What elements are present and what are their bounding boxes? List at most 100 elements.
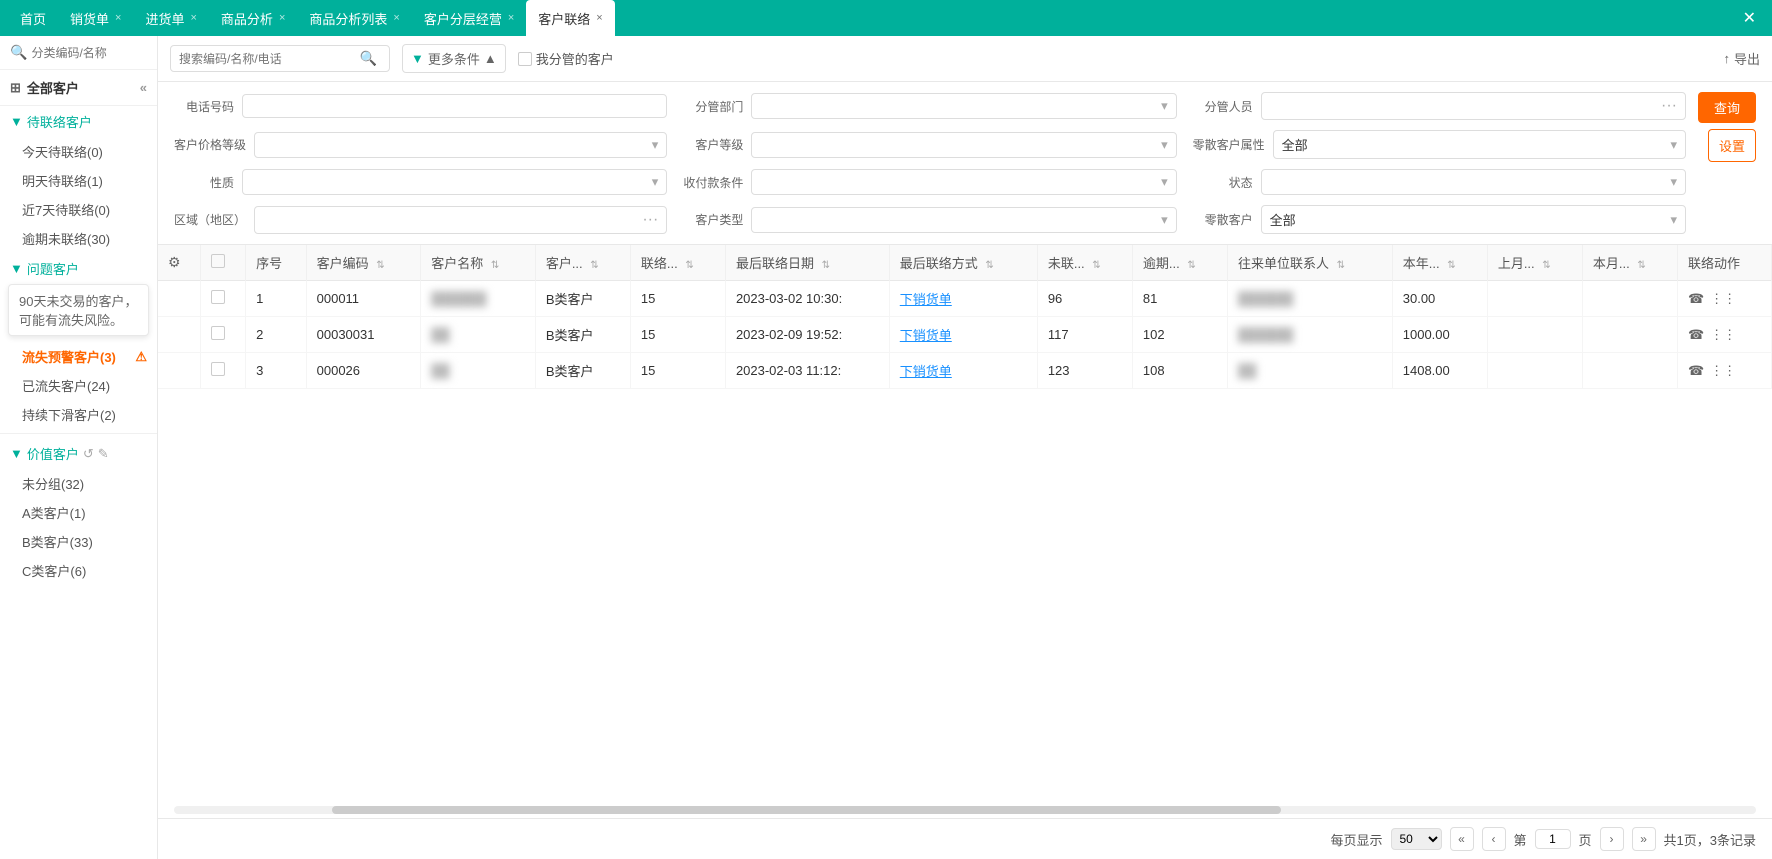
status-select[interactable]: ▾ — [1261, 169, 1686, 195]
phone-input[interactable] — [242, 94, 667, 118]
customer-level-select[interactable]: ▾ — [751, 132, 1176, 158]
contact-icon[interactable]: ☎ — [1688, 291, 1704, 307]
sidebar-item-c-class[interactable]: C类客户(6) — [0, 556, 157, 585]
prev-page-button[interactable]: ‹ — [1482, 827, 1506, 851]
contact-column-header[interactable]: 联络... ⇅ — [630, 245, 725, 281]
row-checkbox-input[interactable] — [211, 290, 225, 304]
row-checkbox-input[interactable] — [211, 362, 225, 376]
contact-icon[interactable]: ☎ — [1688, 363, 1704, 379]
gender-select[interactable]: ▾ — [242, 169, 667, 195]
filter-search-button[interactable]: 🔍 — [356, 50, 381, 67]
scrollbar-thumb[interactable] — [332, 806, 1281, 814]
sidebar-item-today[interactable]: 今天待联络(0) — [0, 137, 157, 166]
region-select[interactable]: ··· — [254, 206, 667, 234]
this-month-header[interactable]: 本月... ⇅ — [1582, 245, 1677, 281]
row-action[interactable]: ☎ ⋮⋮ — [1677, 281, 1771, 317]
tab-home[interactable]: 首页 — [8, 0, 58, 36]
sidebar-section-value[interactable]: ▼ 价值客户 ↺ ✎ — [0, 438, 157, 469]
tab-sales-order[interactable]: 销货单 × — [58, 0, 133, 36]
sidebar-item-tomorrow[interactable]: 明天待联络(1) — [0, 166, 157, 195]
next-page-button[interactable]: › — [1600, 827, 1624, 851]
more-action-icon[interactable]: ⋮⋮ — [1710, 363, 1736, 379]
row-last-method[interactable]: 下销货单 — [889, 317, 1037, 353]
sidebar-item-b-class[interactable]: B类客户(33) — [0, 527, 157, 556]
sidebar-section-problem[interactable]: ▼ 问题客户 — [0, 253, 157, 284]
sidebar-item-churned[interactable]: 已流失客户(24) — [0, 371, 157, 400]
row-checkbox[interactable] — [201, 317, 246, 353]
tab-customer-contact[interactable]: 客户联络 × — [526, 0, 614, 36]
last-date-column-header[interactable]: 最后联络日期 ⇅ — [725, 245, 889, 281]
row-checkbox[interactable] — [201, 281, 246, 317]
contact-icon[interactable]: ☎ — [1688, 327, 1704, 343]
overdue-column-header[interactable]: 逾期... ⇅ — [1132, 245, 1227, 281]
person-select[interactable]: ··· — [1261, 92, 1686, 120]
refresh-icon[interactable]: ↺ — [83, 446, 94, 462]
filter-search-box[interactable]: 🔍 — [170, 45, 390, 72]
sidebar-item-ungrouped[interactable]: 未分组(32) — [0, 469, 157, 498]
tab-customer-tier[interactable]: 客户分层经营 × — [412, 0, 526, 36]
row-action[interactable]: ☎ ⋮⋮ — [1677, 317, 1771, 353]
tab-product-analysis[interactable]: 商品分析 × — [209, 0, 297, 36]
checkbox-column-header[interactable] — [201, 245, 246, 281]
last-method-link[interactable]: 下销货单 — [900, 328, 952, 343]
settings-column-header[interactable]: ⚙ — [158, 245, 201, 281]
filter-search-input[interactable] — [179, 52, 356, 66]
tab-product-list[interactable]: 商品分析列表 × — [297, 0, 411, 36]
tab-close-sales[interactable]: × — [115, 12, 121, 24]
more-action-icon[interactable]: ⋮⋮ — [1710, 327, 1736, 343]
customer-type-select[interactable]: ▾ — [751, 207, 1176, 233]
tab-close-list[interactable]: × — [393, 12, 399, 24]
last-month-header[interactable]: 上月... ⇅ — [1487, 245, 1582, 281]
tab-close-contact[interactable]: × — [596, 12, 602, 24]
sidebar-search-box[interactable]: 🔍 — [0, 36, 157, 70]
window-close-button[interactable]: ✕ — [1735, 4, 1764, 32]
row-checkbox[interactable] — [201, 353, 246, 389]
page-number-input[interactable] — [1535, 829, 1571, 849]
row-checkbox-input[interactable] — [211, 326, 225, 340]
this-year-header[interactable]: 本年... ⇅ — [1392, 245, 1487, 281]
tab-purchase-order[interactable]: 进货单 × — [133, 0, 208, 36]
dept-select[interactable]: ▾ — [751, 93, 1176, 119]
sidebar-item-churn-warning[interactable]: 流失预警客户(3) ⚠ — [0, 342, 157, 371]
horizontal-scrollbar[interactable] — [174, 806, 1756, 814]
last-page-button[interactable]: » — [1632, 827, 1656, 851]
per-page-select[interactable]: 50 100 200 — [1391, 828, 1442, 850]
name-column-header[interactable]: 客户名称 ⇅ — [421, 245, 536, 281]
sidebar-search-input[interactable] — [31, 46, 147, 60]
sidebar-item-declining[interactable]: 持续下滑客户(2) — [0, 400, 157, 429]
customer-level-label: 客户等级 — [683, 136, 743, 153]
sidebar-item-overdue[interactable]: 逾期未联络(30) — [0, 224, 157, 253]
last-method-link[interactable]: 下销货单 — [900, 364, 952, 379]
header-checkbox[interactable] — [211, 254, 225, 268]
export-button[interactable]: ↑ 导出 — [1723, 49, 1760, 68]
sidebar-section-pending[interactable]: ▼ 待联络客户 — [0, 106, 157, 137]
row-last-method[interactable]: 下销货单 — [889, 281, 1037, 317]
my-customers-checkbox[interactable]: 我分管的客户 — [518, 49, 614, 68]
first-page-button[interactable]: « — [1450, 827, 1474, 851]
zero-customer-select[interactable]: 全部 ▾ — [1261, 205, 1686, 234]
days-no-contact-header[interactable]: 未联... ⇅ — [1037, 245, 1132, 281]
sidebar-item-7days[interactable]: 近7天待联络(0) — [0, 195, 157, 224]
price-level-select[interactable]: ▾ — [254, 132, 667, 158]
query-button[interactable]: 查询 — [1698, 92, 1756, 123]
payment-select[interactable]: ▾ — [751, 169, 1176, 195]
more-action-icon[interactable]: ⋮⋮ — [1710, 291, 1736, 307]
settings-button[interactable]: 设置 — [1708, 129, 1756, 162]
last-method-link[interactable]: 下销货单 — [900, 292, 952, 307]
sidebar-all-customers[interactable]: ⊞ 全部客户 « — [0, 70, 157, 106]
gear-icon[interactable]: ⚙ — [168, 254, 181, 270]
type-column-header[interactable]: 客户... ⇅ — [535, 245, 630, 281]
tab-close-tier[interactable]: × — [508, 12, 514, 24]
row-last-method[interactable]: 下销货单 — [889, 353, 1037, 389]
checkbox-icon[interactable] — [518, 52, 532, 66]
sidebar-item-a-class[interactable]: A类客户(1) — [0, 498, 157, 527]
tab-close-analysis[interactable]: × — [279, 12, 285, 24]
tab-close-purchase[interactable]: × — [190, 12, 196, 24]
edit-icon[interactable]: ✎ — [98, 446, 109, 462]
last-method-column-header[interactable]: 最后联络方式 ⇅ — [889, 245, 1037, 281]
contact-person-header[interactable]: 往来单位联系人 ⇅ — [1227, 245, 1392, 281]
row-action[interactable]: ☎ ⋮⋮ — [1677, 353, 1771, 389]
more-conditions-button[interactable]: ▼ 更多条件 ▲ — [402, 44, 506, 73]
zero-attr-select[interactable]: 全部 ▾ — [1273, 130, 1686, 159]
code-column-header[interactable]: 客户编码 ⇅ — [306, 245, 421, 281]
